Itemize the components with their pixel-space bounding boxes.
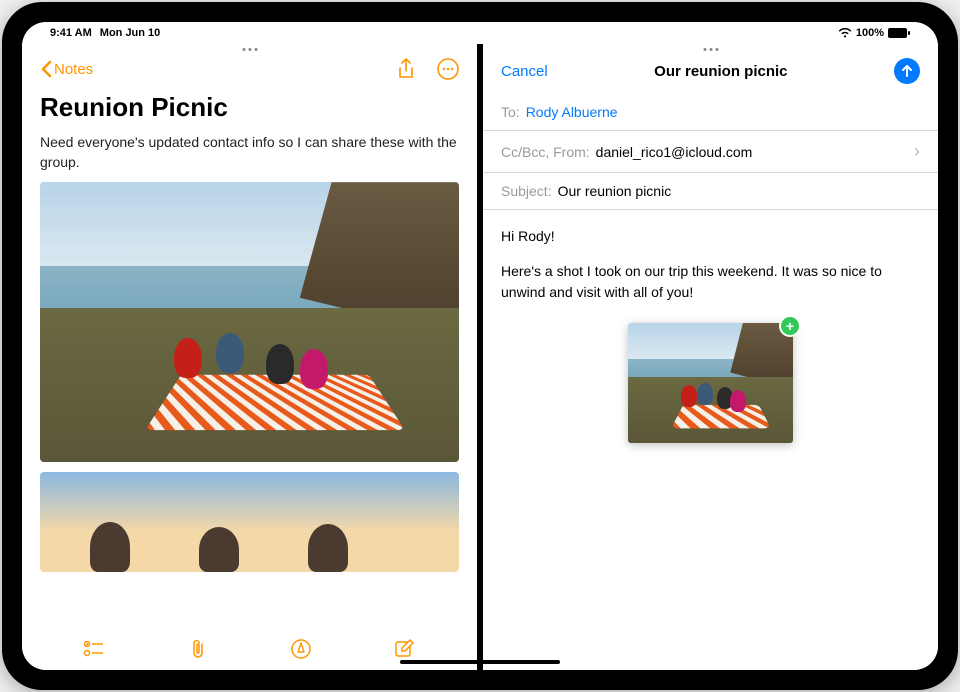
compose-button[interactable] bbox=[393, 637, 417, 661]
markup-button[interactable] bbox=[289, 637, 313, 661]
mail-body-text: Here's a shot I took on our trip this we… bbox=[501, 261, 920, 303]
ccbcc-label: Cc/Bcc, From: bbox=[501, 144, 590, 160]
home-indicator[interactable] bbox=[400, 660, 560, 664]
add-badge-icon: + bbox=[779, 315, 801, 337]
share-button[interactable] bbox=[395, 58, 417, 80]
dragged-photo[interactable]: + bbox=[628, 323, 793, 443]
attachment-button[interactable] bbox=[186, 637, 210, 661]
subject-field[interactable]: Subject: Our reunion picnic bbox=[483, 173, 938, 210]
battery-icon bbox=[888, 28, 910, 38]
mail-app: Cancel Our reunion picnic To: Rody Albue… bbox=[483, 44, 938, 670]
status-time: 9:41 AM bbox=[50, 27, 92, 39]
note-content[interactable]: Reunion Picnic Need everyone's updated c… bbox=[22, 86, 477, 626]
screen: 9:41 AM Mon Jun 10 100% bbox=[22, 22, 938, 670]
to-recipient: Rody Albuerne bbox=[526, 104, 618, 120]
multitask-control-right[interactable] bbox=[703, 48, 718, 51]
battery-percent: 100% bbox=[856, 27, 884, 39]
ccbcc-field[interactable]: Cc/Bcc, From: daniel_rico1@icloud.com › bbox=[483, 131, 938, 173]
chevron-left-icon bbox=[40, 60, 52, 78]
subject-value: Our reunion picnic bbox=[558, 183, 672, 199]
mail-title: Our reunion picnic bbox=[654, 63, 787, 80]
subject-label: Subject: bbox=[501, 183, 552, 199]
checklist-button[interactable] bbox=[82, 637, 106, 661]
to-field[interactable]: To: Rody Albuerne bbox=[483, 94, 938, 131]
notes-app: Notes Reunion Picnic Need everyone's upd… bbox=[22, 44, 477, 670]
cancel-button[interactable]: Cancel bbox=[501, 63, 548, 80]
note-photo-1[interactable] bbox=[40, 182, 459, 462]
wifi-icon bbox=[838, 28, 852, 38]
back-label: Notes bbox=[54, 61, 93, 78]
from-value: daniel_rico1@icloud.com bbox=[596, 144, 753, 160]
note-photo-2[interactable] bbox=[40, 472, 459, 572]
back-button[interactable]: Notes bbox=[40, 60, 93, 78]
mail-greeting: Hi Rody! bbox=[501, 226, 920, 247]
status-bar: 9:41 AM Mon Jun 10 100% bbox=[22, 22, 938, 44]
status-date: Mon Jun 10 bbox=[100, 27, 161, 39]
ipad-frame: 9:41 AM Mon Jun 10 100% bbox=[2, 2, 958, 690]
send-button[interactable] bbox=[894, 58, 920, 84]
note-body-text: Need everyone's updated contact info so … bbox=[40, 133, 459, 172]
add-contact-icon[interactable]: › bbox=[914, 141, 920, 162]
note-title: Reunion Picnic bbox=[40, 92, 459, 123]
to-label: To: bbox=[501, 104, 520, 120]
mail-body[interactable]: Hi Rody! Here's a shot I took on our tri… bbox=[483, 210, 938, 670]
more-button[interactable] bbox=[437, 58, 459, 80]
split-view: Notes Reunion Picnic Need everyone's upd… bbox=[22, 44, 938, 670]
multitask-control-left[interactable] bbox=[242, 48, 257, 51]
mail-header: Cancel Our reunion picnic bbox=[483, 44, 938, 94]
